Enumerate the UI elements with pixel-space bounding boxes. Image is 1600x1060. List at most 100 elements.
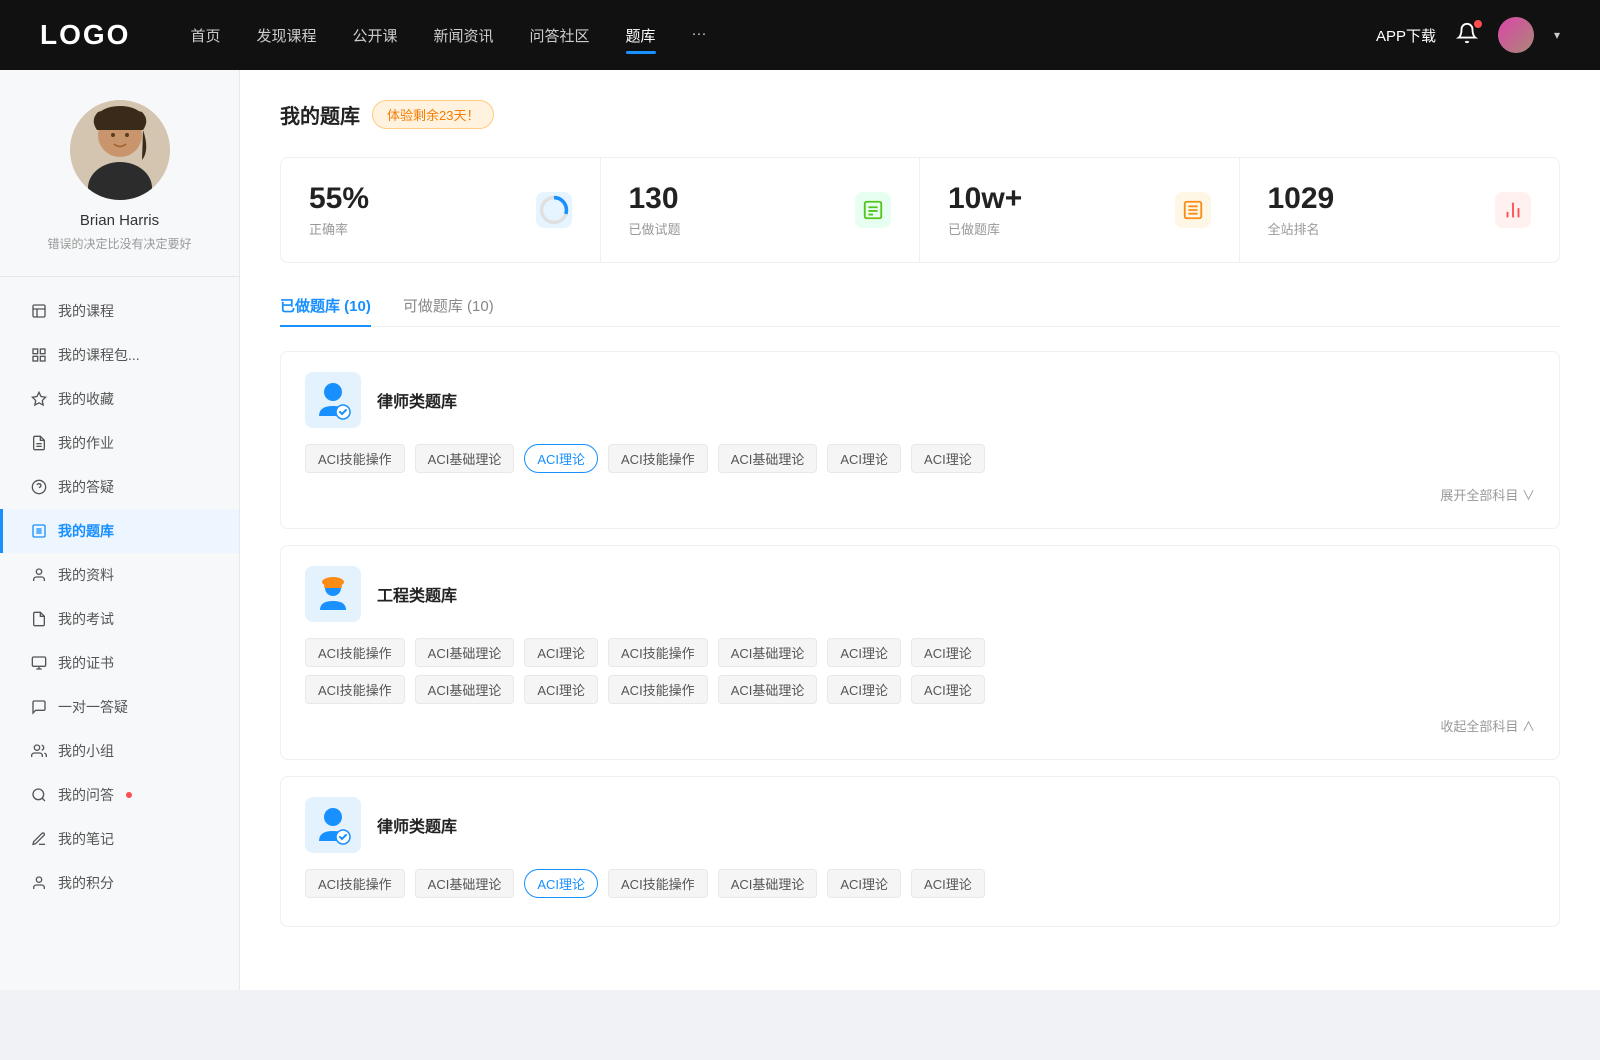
bank-tag[interactable]: ACI基础理论: [415, 444, 515, 473]
stat-done-banks-label: 已做题库: [948, 219, 1159, 238]
bank-tag[interactable]: ACI基础理论: [415, 869, 515, 898]
bank-tag[interactable]: ACI理论: [827, 869, 901, 898]
trial-badge: 体验剩余23天！: [372, 100, 494, 129]
bank-tag[interactable]: ACI理论: [827, 638, 901, 667]
stat-ranking: 1029 全站排名: [1240, 158, 1560, 262]
question-bank-icon: [30, 522, 48, 540]
sidebar-item-group[interactable]: 我的小组: [0, 729, 239, 773]
bank-tag[interactable]: ACI技能操作: [305, 869, 405, 898]
sidebar-item-profile[interactable]: 我的资料: [0, 553, 239, 597]
bank-title: 律师类题库: [377, 388, 457, 412]
bank-tags-2b: ACI技能操作 ACI基础理论 ACI理论 ACI技能操作 ACI基础理论 AC…: [305, 675, 1535, 704]
nav-news[interactable]: 新闻资讯: [434, 21, 494, 50]
sidebar-item-course-package[interactable]: 我的课程包...: [0, 333, 239, 377]
profile-icon: [30, 566, 48, 584]
nav-qa[interactable]: 问答社区: [530, 21, 590, 50]
bank-tag[interactable]: ACI理论: [524, 675, 598, 704]
bank-tag[interactable]: ACI理论: [911, 638, 985, 667]
bank-tag[interactable]: ACI技能操作: [608, 675, 708, 704]
bank-tag[interactable]: ACI技能操作: [305, 444, 405, 473]
stat-accuracy: 55% 正确率: [281, 158, 601, 262]
homework-icon: [30, 434, 48, 452]
stat-done-questions: 130 已做试题: [601, 158, 921, 262]
sidebar-item-label: 我的笔记: [58, 829, 114, 849]
sidebar-item-my-qa[interactable]: 我的问答: [0, 773, 239, 817]
nav-questions[interactable]: 题库: [626, 21, 656, 50]
notes-icon: [30, 830, 48, 848]
sidebar-item-my-courses[interactable]: 我的课程: [0, 289, 239, 333]
nav-more[interactable]: ···: [692, 21, 707, 50]
nav-home[interactable]: 首页: [190, 21, 220, 50]
page-layout: Brian Harris 错误的决定比没有决定要好 我的课程 我的课程包...: [0, 70, 1600, 990]
sidebar-item-notes[interactable]: 我的笔记: [0, 817, 239, 861]
bank-card-lawyer-2: 律师类题库 ACI技能操作 ACI基础理论 ACI理论 ACI技能操作 ACI基…: [280, 776, 1560, 927]
bank-tag-active[interactable]: ACI理论: [524, 444, 598, 473]
sidebar-item-label: 我的作业: [58, 433, 114, 453]
nav-discover[interactable]: 发现课程: [256, 21, 316, 50]
sidebar-item-label: 我的问答: [58, 785, 114, 805]
bank-expand-button-1[interactable]: 展开全部科目 ∨: [305, 481, 1535, 508]
bank-icon-engineer: [305, 566, 361, 622]
sidebar-item-question-bank[interactable]: 我的题库: [0, 509, 239, 553]
tab-available-banks[interactable]: 可做题库 (10): [403, 295, 494, 326]
user-menu-chevron[interactable]: ▾: [1554, 28, 1560, 42]
nav-open-course[interactable]: 公开课: [352, 21, 397, 50]
stat-done-banks: 10w+ 已做题库: [920, 158, 1240, 262]
sidebar-item-label: 我的收藏: [58, 389, 114, 409]
notification-bell[interactable]: [1456, 22, 1478, 48]
notification-dot: [1474, 20, 1482, 28]
one-on-one-icon: [30, 698, 48, 716]
bank-expand-button-2[interactable]: 收起全部科目 ∧: [305, 712, 1535, 739]
bank-tag[interactable]: ACI技能操作: [608, 638, 708, 667]
bank-tag[interactable]: ACI基础理论: [718, 869, 818, 898]
header-right: APP下载 ▾: [1376, 17, 1560, 53]
sidebar-item-favorites[interactable]: 我的收藏: [0, 377, 239, 421]
sidebar-item-label: 我的题库: [58, 521, 114, 541]
main-content: 我的题库 体验剩余23天！ 55% 正确率: [240, 70, 1600, 990]
bank-tags-3: ACI技能操作 ACI基础理论 ACI理论 ACI技能操作 ACI基础理论 AC…: [305, 869, 1535, 898]
bank-tag-active[interactable]: ACI理论: [524, 869, 598, 898]
bank-tag[interactable]: ACI技能操作: [608, 869, 708, 898]
bank-tags-1: ACI技能操作 ACI基础理论 ACI理论 ACI技能操作 ACI基础理论 AC…: [305, 444, 1535, 473]
sidebar-item-label: 我的考试: [58, 609, 114, 629]
bank-tag[interactable]: ACI基础理论: [718, 444, 818, 473]
my-qa-icon: [30, 786, 48, 804]
bank-tag[interactable]: ACI理论: [524, 638, 598, 667]
bank-card-lawyer-1: 律师类题库 ACI技能操作 ACI基础理论 ACI理论 ACI技能操作 ACI基…: [280, 351, 1560, 529]
sidebar-item-one-on-one[interactable]: 一对一答疑: [0, 685, 239, 729]
bank-tag[interactable]: ACI技能操作: [305, 638, 405, 667]
bank-tag[interactable]: ACI技能操作: [305, 675, 405, 704]
user-name: Brian Harris: [80, 212, 159, 229]
logo: LOGO: [40, 19, 130, 51]
page-title: 我的题库: [280, 100, 360, 129]
sidebar-item-qa[interactable]: 我的答疑: [0, 465, 239, 509]
bank-tag[interactable]: ACI技能操作: [608, 444, 708, 473]
sidebar-item-points[interactable]: 我的积分: [0, 861, 239, 905]
user-motto: 错误的决定比没有决定要好: [47, 235, 191, 252]
bank-tag[interactable]: ACI理论: [827, 444, 901, 473]
stat-done-banks-text: 10w+ 已做题库: [948, 182, 1159, 238]
app-download-button[interactable]: APP下载: [1376, 25, 1436, 46]
course-package-icon: [30, 346, 48, 364]
sidebar-item-certificate[interactable]: 我的证书: [0, 641, 239, 685]
bank-tag[interactable]: ACI理论: [827, 675, 901, 704]
bank-tag[interactable]: ACI理论: [911, 675, 985, 704]
my-courses-icon: [30, 302, 48, 320]
certificate-icon: [30, 654, 48, 672]
qa-icon: [30, 478, 48, 496]
bank-tag[interactable]: ACI基础理论: [415, 638, 515, 667]
tab-done-banks[interactable]: 已做题库 (10): [280, 295, 371, 326]
sidebar-item-exam[interactable]: 我的考试: [0, 597, 239, 641]
bank-tag[interactable]: ACI基础理论: [718, 638, 818, 667]
bank-tag[interactable]: ACI理论: [911, 444, 985, 473]
stat-done-questions-label: 已做试题: [629, 219, 840, 238]
bank-tag[interactable]: ACI基础理论: [718, 675, 818, 704]
sidebar-item-homework[interactable]: 我的作业: [0, 421, 239, 465]
sidebar-item-label: 我的课程: [58, 301, 114, 321]
bank-tag[interactable]: ACI理论: [911, 869, 985, 898]
user-avatar[interactable]: [1498, 17, 1534, 53]
sidebar-item-label: 我的答疑: [58, 477, 114, 497]
bank-card-header: 律师类题库: [305, 797, 1535, 853]
bank-title: 工程类题库: [377, 582, 457, 606]
bank-tag[interactable]: ACI基础理论: [415, 675, 515, 704]
